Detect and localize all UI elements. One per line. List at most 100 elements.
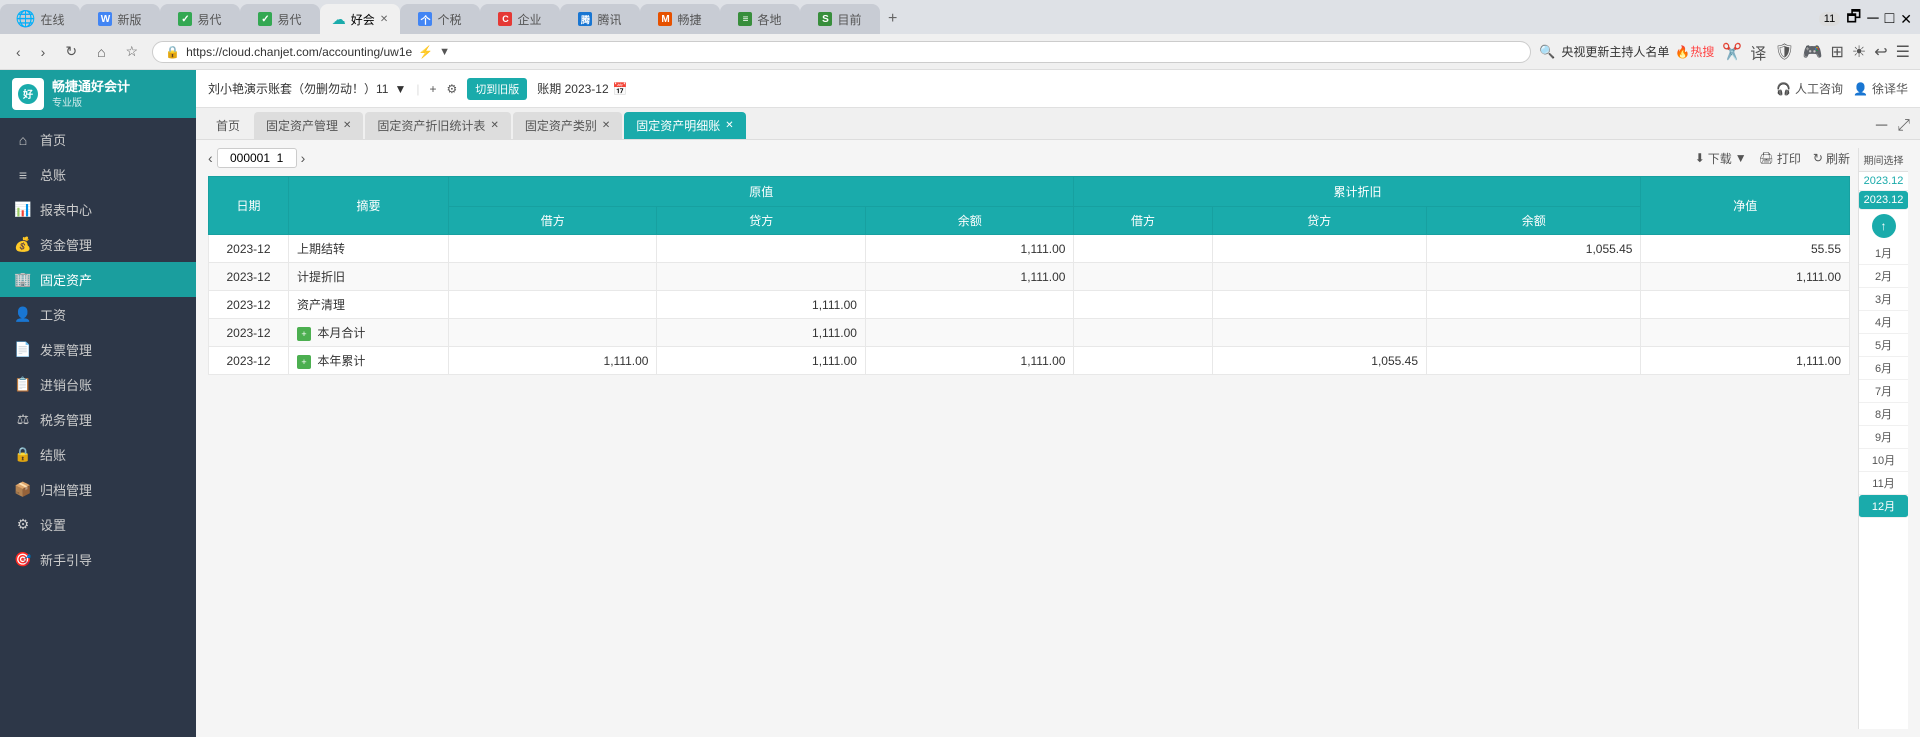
minimize-icon[interactable]: ─ xyxy=(1867,10,1878,28)
period-month-11[interactable]: 11月 xyxy=(1859,472,1908,495)
game-btn[interactable]: 🎮 xyxy=(1803,42,1823,62)
period-month-7[interactable]: 7月 xyxy=(1859,380,1908,403)
tab-close-icon[interactable]: ✕ xyxy=(725,120,733,131)
sidebar-item-tax[interactable]: ⚖ 税务管理 xyxy=(0,402,196,437)
sidebar-item-home[interactable]: ⌂ 首页 xyxy=(0,122,196,157)
tab-close-icon[interactable]: ✕ xyxy=(602,120,610,131)
period-year-2023[interactable]: 2023.12 xyxy=(1859,172,1908,191)
brightness-btn[interactable]: ☀ xyxy=(1852,42,1866,62)
search-icon: 🔍 xyxy=(1539,44,1555,60)
expand-panel-btn[interactable]: ⤢ xyxy=(1895,115,1912,137)
next-page-btn[interactable]: › xyxy=(301,150,306,166)
sidebar-item-guide[interactable]: 🎯 新手引导 xyxy=(0,542,196,577)
sidebar-item-reports[interactable]: 📊 报表中心 xyxy=(0,192,196,227)
grid-layout-btn[interactable]: ⊞ xyxy=(1831,42,1844,62)
cell-summary: 上期结转 xyxy=(289,235,449,263)
sidebar-item-invoice[interactable]: 📄 发票管理 xyxy=(0,332,196,367)
row-flag-icon: + xyxy=(297,355,311,369)
settings-small-btn[interactable]: ⚙ xyxy=(447,82,458,96)
user-info[interactable]: 👤 徐译华 xyxy=(1853,80,1908,97)
tab-label: 企业 xyxy=(517,11,541,28)
browser-tab-haohui[interactable]: ☁ 好会 ✕ xyxy=(320,4,400,34)
tab-label: 固定资产管理 xyxy=(266,117,338,134)
address-dropdown-icon[interactable]: ▼ xyxy=(439,46,450,58)
cell-net xyxy=(1641,291,1850,319)
tab-depreciation-stats[interactable]: 固定资产折旧统计表 ✕ xyxy=(365,112,510,139)
translate-btn[interactable]: 译 xyxy=(1750,40,1766,64)
toolbar: ‹ 000001 1 › ⬇ 下载 ▼ 🖨 打印 xyxy=(208,148,1850,168)
period-month-2[interactable]: 2月 xyxy=(1859,265,1908,288)
print-btn[interactable]: 🖨 打印 xyxy=(1759,150,1801,167)
cell-orig-balance: 1,111.00 xyxy=(865,235,1073,263)
menu-btn[interactable]: ☰ xyxy=(1896,42,1910,62)
sidebar-item-label: 总账 xyxy=(40,165,66,184)
tab-asset-category[interactable]: 固定资产类别 ✕ xyxy=(513,112,622,139)
tab-close-btn[interactable]: ✕ xyxy=(380,14,388,25)
history-btn[interactable]: ↩ xyxy=(1874,42,1887,62)
restore-icon[interactable]: 🗗 xyxy=(1846,6,1861,33)
browser-tab-tencent[interactable]: 腾 腾讯 xyxy=(560,4,640,34)
sidebar-item-purchase[interactable]: 📋 进销台账 xyxy=(0,367,196,402)
period-month-10[interactable]: 10月 xyxy=(1859,449,1908,472)
period-month-3[interactable]: 3月 xyxy=(1859,288,1908,311)
app-edition: 专业版 xyxy=(52,94,130,109)
browser-tab-muqian[interactable]: S 目前 xyxy=(800,4,880,34)
period-month-4[interactable]: 4月 xyxy=(1859,311,1908,334)
shield-btn[interactable]: 🛡 xyxy=(1774,42,1794,62)
refresh-btn[interactable]: ↻ 刷新 xyxy=(1813,150,1850,167)
cell-orig-debit xyxy=(449,263,657,291)
account-selector[interactable]: 刘小艳演示账套（勿删勿动！）11 ▼ xyxy=(208,80,406,97)
period-scroll-up[interactable]: ↑ xyxy=(1872,214,1896,238)
browser-tab-geshui[interactable]: 个 个税 xyxy=(400,4,480,34)
browser-tab-qiye[interactable]: C 企业 xyxy=(480,4,560,34)
tab-close-icon[interactable]: ✕ xyxy=(343,120,351,131)
cell-acc-debit xyxy=(1074,235,1212,263)
browser-tab-yidai2[interactable]: ✓ 易代 xyxy=(240,4,320,34)
scissors-btn[interactable]: ✂️ xyxy=(1722,42,1742,62)
browser-tab-online[interactable]: 🌐 在线 xyxy=(0,4,80,34)
tax-icon: 个 xyxy=(418,12,432,26)
close-window-icon[interactable]: ✕ xyxy=(1900,11,1912,28)
sidebar-item-salary[interactable]: 👤 工资 xyxy=(0,297,196,332)
sidebar-item-closing[interactable]: 🔒 结账 xyxy=(0,437,196,472)
user-name: 徐译华 xyxy=(1872,80,1908,97)
sidebar-item-funds[interactable]: 💰 资金管理 xyxy=(0,227,196,262)
reload-btn[interactable]: ↻ xyxy=(59,41,83,62)
home-nav-btn[interactable]: ⌂ xyxy=(91,42,111,62)
tab-home[interactable]: 首页 xyxy=(204,112,252,139)
back-btn[interactable]: ‹ xyxy=(10,42,27,62)
forward-btn[interactable]: › xyxy=(35,42,52,62)
tab-asset-ledger[interactable]: 固定资产明细账 ✕ xyxy=(624,112,745,139)
period-month-1[interactable]: 1月 xyxy=(1859,242,1908,265)
sidebar-item-settings[interactable]: ⚙ 设置 xyxy=(0,507,196,542)
bookmark-btn[interactable]: ☆ xyxy=(120,41,145,62)
period-month-6[interactable]: 6月 xyxy=(1859,357,1908,380)
page-input[interactable]: 000001 1 xyxy=(217,148,297,168)
maximize-icon[interactable]: □ xyxy=(1885,10,1895,28)
browser-tab-gedi[interactable]: ≡ 各地 xyxy=(720,4,800,34)
tab-close-icon[interactable]: ✕ xyxy=(490,120,498,131)
sidebar-item-archive[interactable]: 📦 归档管理 xyxy=(0,472,196,507)
minimize-panel-btn[interactable]: ─ xyxy=(1874,115,1889,137)
period-month-12[interactable]: 12月 xyxy=(1859,495,1908,518)
service-btn[interactable]: 🎧 人工咨询 xyxy=(1776,80,1843,97)
browser-tab-new[interactable]: W 新版 xyxy=(80,4,160,34)
tab-home-label: 首页 xyxy=(216,117,240,134)
sidebar-item-fixed-assets[interactable]: 🏢 固定资产 xyxy=(0,262,196,297)
tab-fixed-assets-mgmt[interactable]: 固定资产管理 ✕ xyxy=(254,112,363,139)
new-tab-btn[interactable]: + xyxy=(880,4,905,34)
browser-tab-changjie[interactable]: M 畅捷 xyxy=(640,4,720,34)
period-year-active[interactable]: 2023.12 xyxy=(1859,191,1908,210)
sidebar-item-ledger[interactable]: ≡ 总账 xyxy=(0,157,196,192)
period-month-9[interactable]: 9月 xyxy=(1859,426,1908,449)
period-month-5[interactable]: 5月 xyxy=(1859,334,1908,357)
address-bar[interactable]: 🔒 https://cloud.chanjet.com/accounting/u… xyxy=(152,41,1531,63)
prev-page-btn[interactable]: ‹ xyxy=(208,150,213,166)
add-account-btn[interactable]: + xyxy=(429,82,436,96)
download-btn[interactable]: ⬇ 下载 ▼ xyxy=(1695,150,1747,167)
switch-version-btn[interactable]: 切到旧版 xyxy=(467,78,527,100)
search-section: 🔍 央视更新主持人名单 🔥热搜 xyxy=(1539,43,1714,60)
table-row: 2023-12 + 本月合计 1,111.00 xyxy=(209,319,1850,347)
period-month-8[interactable]: 8月 xyxy=(1859,403,1908,426)
browser-tab-yidai1[interactable]: ✓ 易代 xyxy=(160,4,240,34)
